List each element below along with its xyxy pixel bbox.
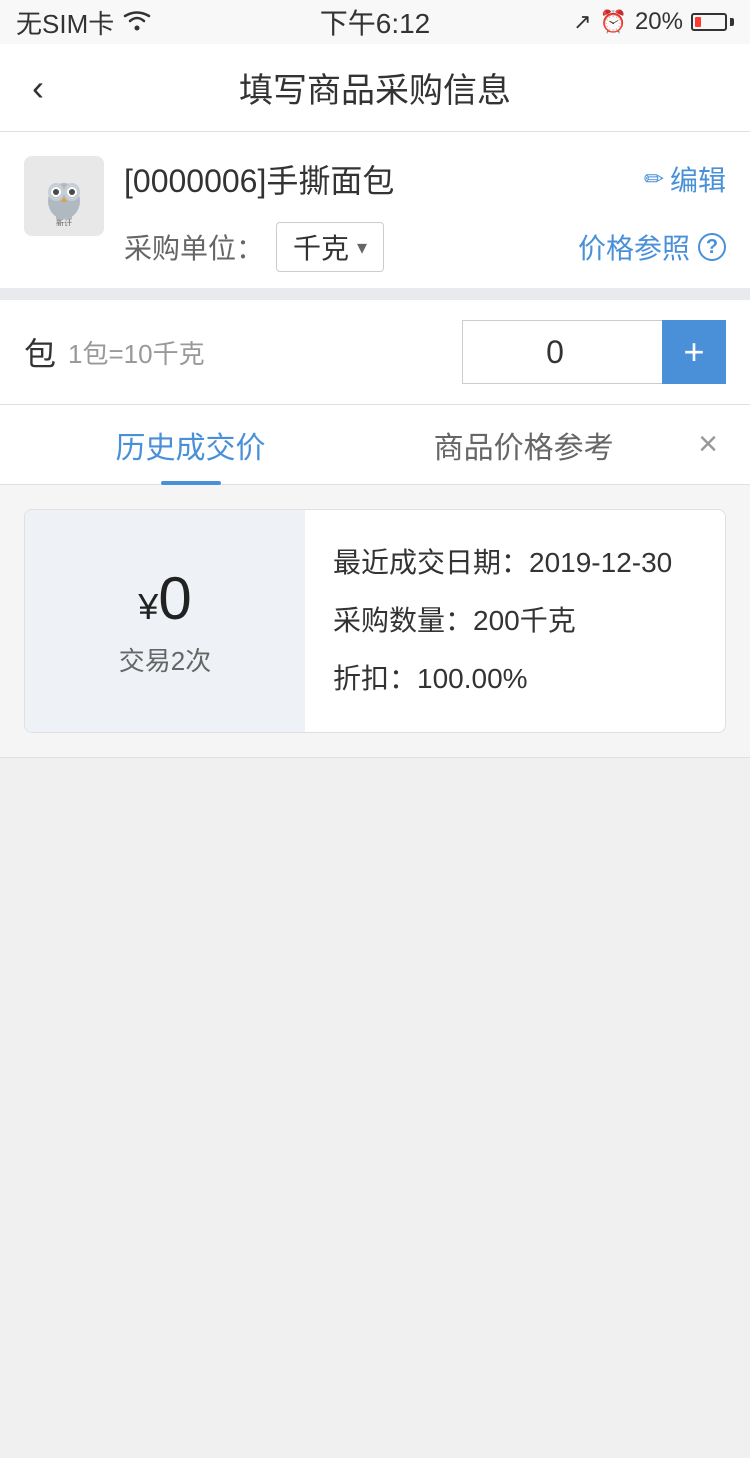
product-section: 新计 [0000006]手撕面包 ✏ 编辑 采购单位： 千克 ▾: [0, 132, 750, 288]
status-left: 无SIM卡: [16, 4, 152, 41]
recent-date-label: 最近成交日期：: [333, 547, 529, 578]
main-content: [0, 758, 750, 1458]
edit-icon: ✏: [644, 165, 664, 194]
carrier-text: 无SIM卡: [16, 4, 114, 41]
unit-select[interactable]: 千克 ▾: [276, 222, 384, 272]
tab-price-reference[interactable]: 商品价格参考: [357, 405, 690, 485]
product-info: [0000006]手撕面包 ✏ 编辑 采购单位： 千克 ▾ 价格参照 ?: [124, 156, 726, 272]
quantity-value: 200千克: [473, 605, 576, 636]
quantity-label-area: 包 1包=10千克: [24, 329, 205, 375]
battery-percent: 20%: [635, 8, 683, 36]
price-card: ¥0 交易2次 最近成交日期：2019-12-30 采购数量：200千克 折扣：…: [24, 509, 726, 733]
price-reference-button[interactable]: 价格参照 ?: [578, 227, 726, 267]
price-number: 0: [158, 565, 191, 632]
edit-label: 编辑: [670, 159, 726, 199]
price-card-left: ¥0 交易2次: [25, 510, 305, 732]
status-time: 下午6:12: [320, 2, 431, 42]
history-content: ¥0 交易2次 最近成交日期：2019-12-30 采购数量：200千克 折扣：…: [0, 485, 750, 757]
discount-row: 折扣：100.00%: [333, 658, 697, 700]
price-yen-symbol: ¥: [138, 586, 158, 627]
price-trades-count: 交易2次: [119, 641, 211, 678]
tabs-close-button[interactable]: ×: [690, 417, 726, 472]
recent-date-row: 最近成交日期：2019-12-30: [333, 542, 697, 584]
battery-icon: [691, 13, 734, 31]
price-card-right: 最近成交日期：2019-12-30 采购数量：200千克 折扣：100.00%: [305, 510, 725, 732]
quantity-label: 采购数量：: [333, 605, 473, 636]
quantity-section: 包 1包=10千克 +: [0, 300, 750, 405]
wifi-icon: [122, 7, 152, 38]
alarm-icon: ⏰: [600, 9, 627, 35]
svg-text:新计: 新计: [56, 218, 72, 226]
location-icon: ↗: [573, 9, 591, 35]
tabs-header: 历史成交价 商品价格参考 ×: [0, 405, 750, 485]
recent-date-value: 2019-12-30: [529, 547, 672, 578]
status-bar: 无SIM卡 下午6:12 ↗ ⏰ 20%: [0, 0, 750, 44]
discount-value: 100.00%: [417, 663, 528, 694]
product-logo: 新计: [24, 156, 104, 236]
edit-button[interactable]: ✏ 编辑: [644, 159, 726, 199]
tab-history-price[interactable]: 历史成交价: [24, 405, 357, 485]
quantity-row: 采购数量：200千克: [333, 600, 697, 642]
unit-value: 千克: [293, 227, 349, 267]
product-logo-image: 新计: [34, 166, 94, 226]
quantity-input-area: +: [462, 320, 726, 384]
quantity-plus-button[interactable]: +: [662, 320, 726, 384]
price-display: ¥0: [138, 564, 191, 633]
page-title: 填写商品采购信息: [239, 63, 511, 112]
section-divider: [0, 288, 750, 300]
tab-history-label: 历史成交价: [116, 423, 266, 467]
unit-label: 采购单位：: [124, 227, 264, 267]
tab-price-ref-label: 商品价格参考: [434, 423, 614, 467]
back-button[interactable]: ‹: [24, 59, 52, 117]
product-name: [0000006]手撕面包: [124, 156, 394, 202]
quantity-unit: 包: [24, 329, 56, 375]
dropdown-arrow-icon: ▾: [357, 235, 367, 260]
discount-label: 折扣：: [333, 663, 417, 694]
price-ref-label: 价格参照: [578, 227, 690, 267]
nav-bar: ‹ 填写商品采购信息: [0, 44, 750, 132]
help-icon: ?: [698, 233, 726, 261]
tabs-section: 历史成交价 商品价格参考 × ¥0 交易2次 最近成交日期：2019-12-30…: [0, 405, 750, 758]
quantity-conversion: 1包=10千克: [68, 334, 205, 371]
status-right: ↗ ⏰ 20%: [573, 8, 734, 36]
quantity-input[interactable]: [462, 320, 662, 384]
